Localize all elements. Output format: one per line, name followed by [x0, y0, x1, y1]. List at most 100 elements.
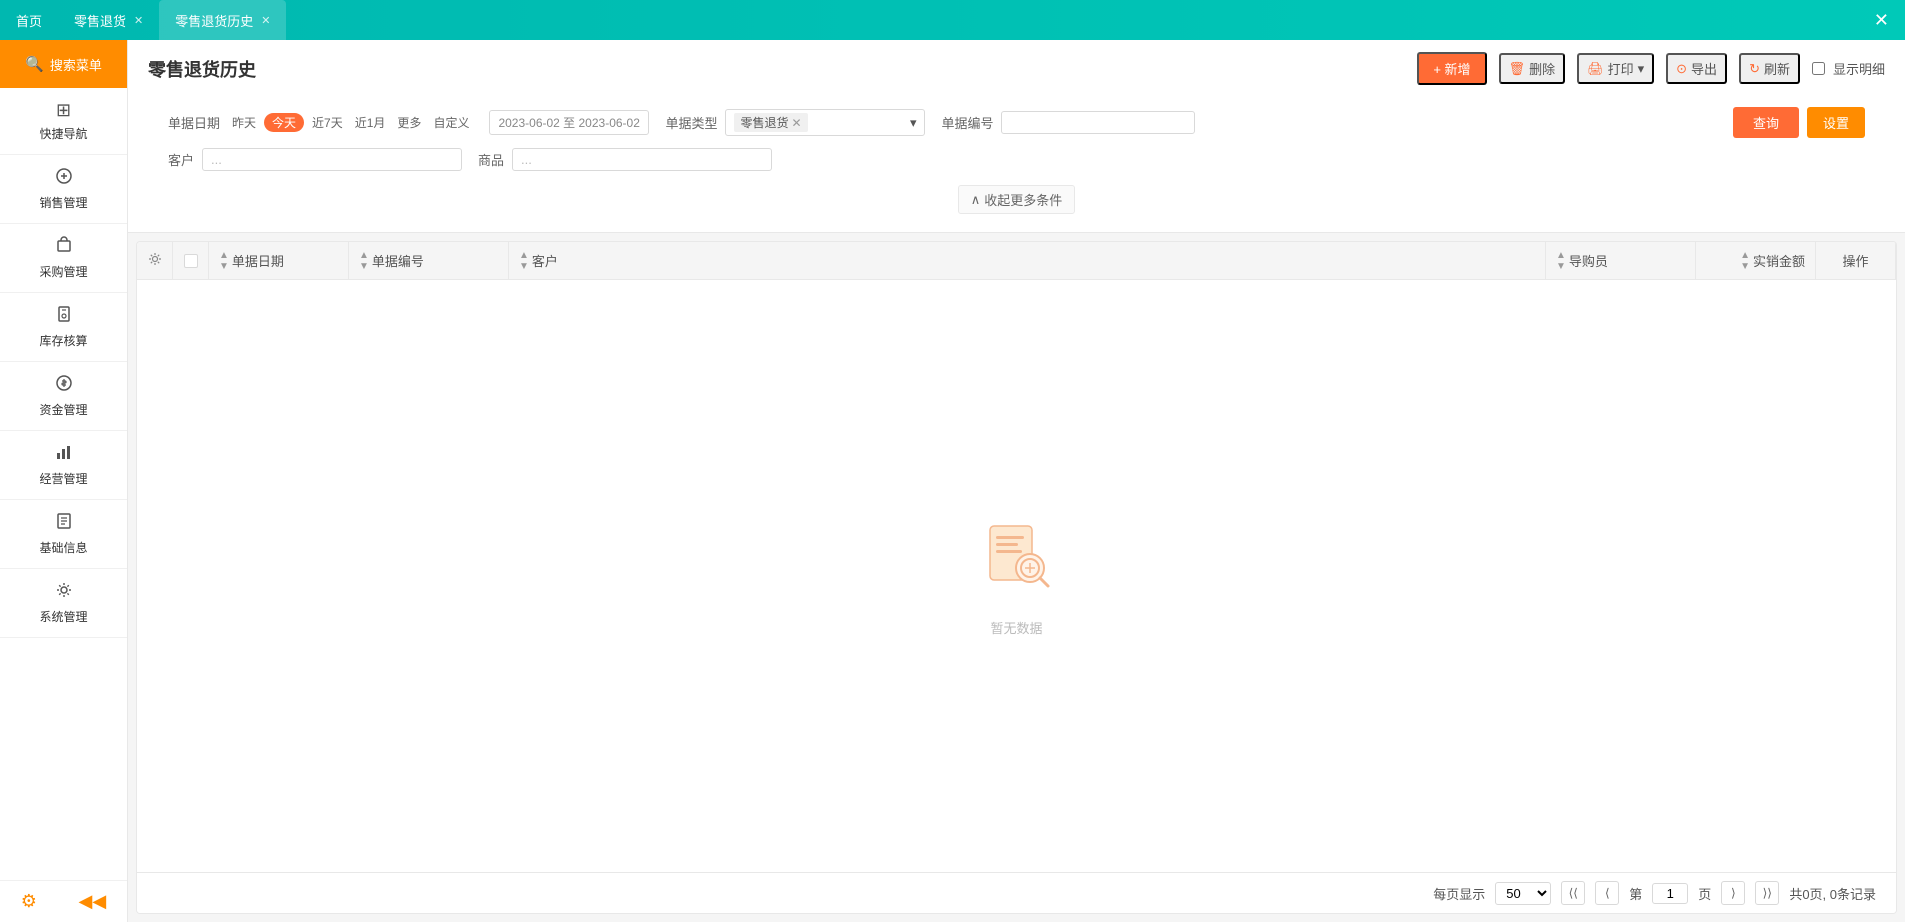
- settings-col-icon: [148, 252, 162, 269]
- select-all-checkbox[interactable]: [184, 254, 198, 268]
- doc-type-label: 单据类型: [665, 113, 717, 132]
- sidebar-item-system-mgmt[interactable]: 系统管理: [0, 569, 127, 638]
- sidebar-item-finance-mgmt[interactable]: 资金管理: [0, 362, 127, 431]
- th-customer[interactable]: ▲▼ 客户: [509, 242, 1546, 279]
- page-actions: + 新增 🗑 删除 🖨 打印 ▾ ⊙ 导出 ↻: [1417, 52, 1885, 85]
- date-btn-yesterday[interactable]: 昨天: [228, 113, 260, 132]
- tab-retail-return-history[interactable]: 零售退货历史 ✕: [159, 0, 286, 40]
- customer-input[interactable]: ...: [202, 148, 462, 171]
- sidebar-item-quick-nav[interactable]: ⊞ 快捷导航: [0, 88, 127, 155]
- sidebar-item-basic-label: 基础信息: [39, 539, 87, 556]
- date-btn-more[interactable]: 更多: [393, 113, 425, 132]
- show-detail-label-text: 显示明细: [1833, 59, 1885, 78]
- date-btn-custom[interactable]: 自定义: [429, 113, 473, 132]
- volume-bottom-icon[interactable]: ◀◀: [79, 891, 107, 912]
- date-shortcuts: 昨天 今天 近7天 近1月 更多 自定义: [228, 113, 473, 132]
- print-btn[interactable]: 🖨 打印 ▾: [1577, 53, 1654, 84]
- tab-home[interactable]: 首页: [0, 0, 58, 40]
- show-detail-checkbox[interactable]: [1812, 62, 1825, 75]
- tab-retail-return[interactable]: 零售退货 ✕: [58, 0, 159, 40]
- print-icon: 🖨: [1587, 61, 1604, 77]
- delete-btn[interactable]: 🗑 删除: [1499, 53, 1566, 84]
- customer-filter: 客户 ...: [168, 148, 462, 171]
- first-page-btn[interactable]: ⟨⟨: [1561, 881, 1585, 905]
- th-checkbox[interactable]: [173, 242, 209, 279]
- th-docno[interactable]: ▲▼ 单据编号: [349, 242, 509, 279]
- settings-btn[interactable]: 设置: [1807, 107, 1865, 138]
- empty-illustration: [972, 516, 1062, 606]
- customer-placeholder: ...: [211, 152, 222, 167]
- page-label: 第: [1629, 884, 1642, 903]
- tab-retail-return-history-label: 零售退货历史: [175, 11, 253, 30]
- refresh-icon: ↻: [1749, 61, 1760, 77]
- show-detail-toggle[interactable]: 显示明细: [1812, 59, 1885, 78]
- page-input[interactable]: [1652, 883, 1688, 904]
- goods-label: 商品: [478, 150, 504, 169]
- tab-list: 首页 零售退货 ✕ 零售退货历史 ✕: [0, 0, 1874, 40]
- sidebar-item-operations-label: 经营管理: [39, 470, 87, 487]
- collapse-btn[interactable]: ∧ 收起更多条件: [958, 185, 1076, 214]
- doc-type-select[interactable]: 零售退货 ✕ ▾: [725, 109, 925, 136]
- content-area: 零售退货历史 + 新增 🗑 删除 🖨 打印 ▾ ⊙ 导出: [128, 40, 1905, 922]
- sidebar-item-basic-info[interactable]: 基础信息: [0, 500, 127, 569]
- settings-bottom-icon[interactable]: ⚙: [21, 891, 37, 912]
- th-guide[interactable]: ▲▼ 导购员: [1546, 242, 1696, 279]
- refresh-btn[interactable]: ↻ 刷新: [1739, 53, 1800, 84]
- collapse-row: ∧ 收起更多条件: [168, 181, 1865, 222]
- new-btn[interactable]: + 新增: [1417, 52, 1486, 85]
- basic-info-icon: [55, 512, 73, 535]
- sidebar-search[interactable]: 🔍 搜索菜单: [0, 40, 127, 88]
- collapse-label: 收起更多条件: [984, 190, 1062, 209]
- print-dropdown-icon: ▾: [1638, 61, 1645, 77]
- th-date[interactable]: ▲▼ 单据日期: [209, 242, 349, 279]
- filter-area: 单据日期 昨天 今天 近7天 近1月 更多 自定义 2023-06-02 至 2…: [148, 97, 1885, 232]
- tab-retail-return-history-close[interactable]: ✕: [261, 14, 270, 27]
- doc-type-filter: 单据类型 零售退货 ✕ ▾: [665, 109, 925, 136]
- date-range-value: 2023-06-02 至 2023-06-02: [498, 114, 639, 131]
- table-area: ▲▼ 单据日期 ▲▼ 单据编号 ▲▼ 客户 ▲▼ 导购员 ▲▼ 实销金额: [136, 241, 1897, 914]
- last-page-btn[interactable]: ⟩⟩: [1755, 881, 1779, 905]
- tab-retail-return-close[interactable]: ✕: [134, 14, 143, 27]
- page-title-row: 零售退货历史 + 新增 🗑 删除 🖨 打印 ▾ ⊙ 导出: [148, 52, 1885, 85]
- window-close-btn[interactable]: ✕: [1874, 10, 1905, 31]
- table-header: ▲▼ 单据日期 ▲▼ 单据编号 ▲▼ 客户 ▲▼ 导购员 ▲▼ 实销金额: [137, 242, 1896, 280]
- finance-mgmt-icon: [55, 374, 73, 397]
- collapse-icon: ∧: [971, 192, 981, 208]
- goods-filter: 商品 ...: [478, 148, 772, 171]
- sidebar-item-quick-nav-label: 快捷导航: [39, 125, 87, 142]
- sidebar-item-purchase-mgmt[interactable]: 采购管理: [0, 224, 127, 293]
- next-page-btn[interactable]: ⟩: [1721, 881, 1745, 905]
- date-btn-1month[interactable]: 近1月: [351, 113, 390, 132]
- doc-type-tag-close[interactable]: ✕: [791, 116, 801, 130]
- goods-input[interactable]: ...: [512, 148, 772, 171]
- quick-nav-icon: ⊞: [56, 100, 71, 121]
- date-range-input[interactable]: 2023-06-02 至 2023-06-02: [489, 110, 649, 135]
- query-btn[interactable]: 查询: [1733, 107, 1799, 138]
- sidebar-bottom: ⚙ ◀◀: [0, 880, 127, 922]
- export-btn[interactable]: ⊙ 导出: [1666, 53, 1727, 84]
- filter-row-1: 单据日期 昨天 今天 近7天 近1月 更多 自定义 2023-06-02 至 2…: [168, 107, 1865, 138]
- top-bar: 首页 零售退货 ✕ 零售退货历史 ✕ ✕: [0, 0, 1905, 40]
- sidebar-item-purchase-label: 采购管理: [39, 263, 87, 280]
- th-settings[interactable]: [137, 242, 173, 279]
- doc-no-input[interactable]: [1001, 111, 1195, 134]
- th-guide-sort-icon: ▲▼: [1556, 250, 1566, 272]
- per-page-select[interactable]: 50 20 100: [1495, 882, 1551, 905]
- sidebar-item-inventory[interactable]: 库存核算: [0, 293, 127, 362]
- th-customer-sort-icon: ▲▼: [519, 250, 529, 272]
- sidebar-item-sales-mgmt[interactable]: 销售管理: [0, 155, 127, 224]
- th-customer-label: 客户: [532, 251, 558, 270]
- customer-label: 客户: [168, 150, 194, 169]
- th-amount[interactable]: ▲▼ 实销金额: [1696, 242, 1816, 279]
- sidebar-search-label: 搜索菜单: [50, 55, 102, 74]
- th-date-label: 单据日期: [232, 251, 284, 270]
- prev-page-btn[interactable]: ⟨: [1595, 881, 1619, 905]
- date-btn-7days[interactable]: 近7天: [308, 113, 347, 132]
- date-btn-today[interactable]: 今天: [264, 113, 304, 132]
- total-info: 共0页, 0条记录: [1789, 884, 1876, 903]
- filter-row-2: 客户 ... 商品 ...: [168, 148, 1865, 171]
- date-label: 单据日期: [168, 113, 220, 132]
- doc-no-filter: 单据编号: [941, 111, 1195, 134]
- delete-label: 删除: [1529, 59, 1555, 78]
- sidebar-item-operations-mgmt[interactable]: 经营管理: [0, 431, 127, 500]
